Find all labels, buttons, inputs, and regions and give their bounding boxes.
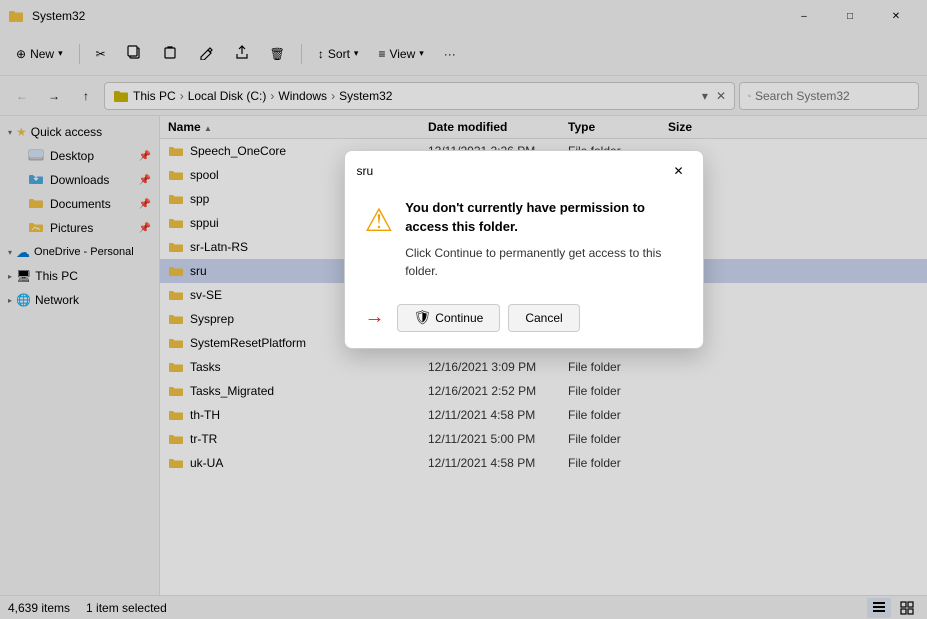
dialog-body-text: Click Continue to permanently get access… xyxy=(405,244,682,280)
continue-button[interactable]: 🛡 Continue xyxy=(397,304,501,332)
dialog-footer: → 🛡 Continue Cancel xyxy=(345,296,703,348)
warning-icon: ⚠ xyxy=(365,201,394,239)
dialog-heading: You don't currently have permission to a… xyxy=(405,199,682,235)
dialog-close-button[interactable]: ✕ xyxy=(667,159,691,183)
dialog-body: ⚠ You don't currently have permission to… xyxy=(345,191,703,295)
permission-dialog: sru ✕ ⚠ You don't currently have permiss… xyxy=(344,150,704,348)
dialog-title: sru xyxy=(357,164,667,178)
arrow-right-icon: → xyxy=(365,306,385,329)
dialog-content: ⚠ You don't currently have permission to… xyxy=(365,199,683,279)
dialog-message: You don't currently have permission to a… xyxy=(405,199,682,279)
cancel-button[interactable]: Cancel xyxy=(508,304,579,332)
dialog-overlay: sru ✕ ⚠ You don't currently have permiss… xyxy=(0,0,927,619)
shield-icon: 🛡 xyxy=(414,309,432,326)
dialog-title-bar: sru ✕ xyxy=(345,151,703,191)
